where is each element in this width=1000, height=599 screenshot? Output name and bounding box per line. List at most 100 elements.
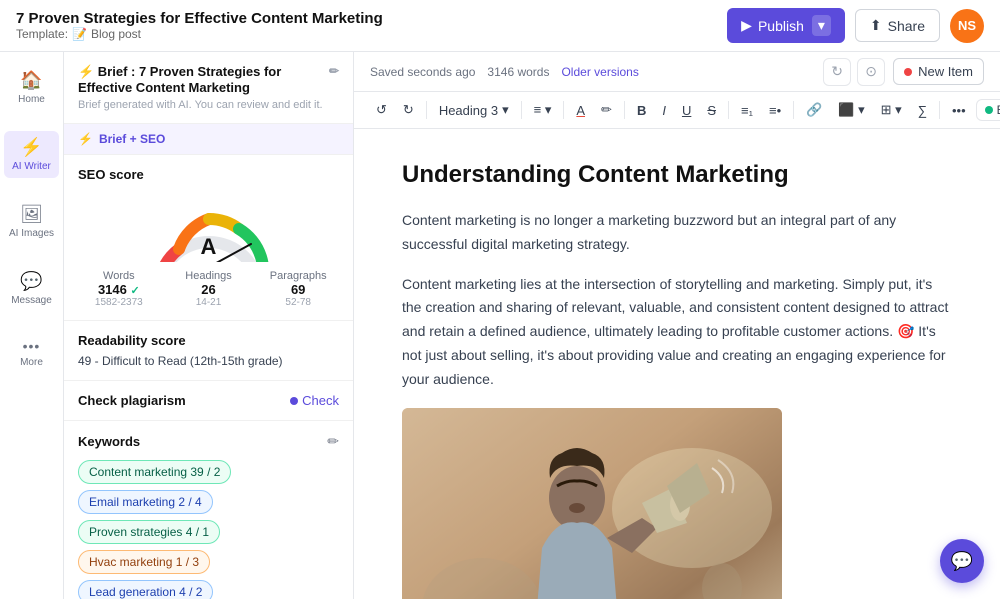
keyword-tag-content-marketing[interactable]: Content marketing 39 / 2 bbox=[78, 460, 231, 484]
seo-stats: Words 3146 ✓ 1582-2373 Headings 26 14-21… bbox=[78, 270, 339, 308]
seo-stat-words: Words 3146 ✓ 1582-2373 bbox=[78, 270, 160, 308]
toolbar-sep-7 bbox=[939, 101, 940, 119]
topbar: 7 Proven Strategies for Effective Conten… bbox=[0, 0, 1000, 52]
brief-seo-label: Brief + SEO bbox=[99, 132, 165, 146]
share-label: Share bbox=[888, 18, 925, 34]
content-para1: Content marketing is no longer a marketi… bbox=[402, 209, 952, 257]
keywords-edit-icon[interactable]: ✏ bbox=[327, 433, 339, 450]
seo-panel: ⚡ Brief : 7 Proven Strategies for Effect… bbox=[64, 52, 354, 599]
align-button[interactable]: ≡ ▾ bbox=[528, 98, 558, 122]
bold-button[interactable]: B bbox=[631, 99, 652, 122]
toolbar-sep-5 bbox=[728, 101, 729, 119]
new-item-button[interactable]: New Item bbox=[893, 58, 984, 85]
keywords-title: Keywords bbox=[78, 434, 140, 449]
publish-icon: ▶ bbox=[741, 17, 752, 34]
seo-gauge: A bbox=[78, 192, 339, 262]
avatar[interactable]: NS bbox=[950, 9, 984, 43]
word-count: 3146 words bbox=[487, 65, 549, 79]
undo-button[interactable]: ↺ bbox=[370, 98, 393, 122]
content-image bbox=[402, 408, 782, 599]
template-label: Template: bbox=[16, 27, 68, 41]
publish-caret[interactable]: ▾ bbox=[812, 15, 831, 36]
share-icon: ⬆ bbox=[870, 17, 882, 34]
publish-label: Publish bbox=[758, 18, 804, 34]
brief-subtitle: Brief generated with AI. You can review … bbox=[78, 99, 339, 111]
template-icon: 📝 bbox=[72, 27, 87, 41]
sidebar-ai-images-label: AI Images bbox=[9, 228, 54, 239]
keyword-tag-proven-strategies[interactable]: Proven strategies 4 / 1 bbox=[78, 520, 220, 544]
font-color-button[interactable]: A bbox=[570, 99, 591, 122]
seo-score-section: SEO score bbox=[64, 155, 353, 321]
list-ol-button[interactable]: ≡₁ bbox=[735, 99, 759, 122]
editing-badge[interactable]: Editing ▾ bbox=[976, 99, 1000, 121]
highlight-button[interactable]: ✏ bbox=[595, 98, 618, 122]
keyword-tag-hvac-marketing[interactable]: Hvac marketing 1 / 3 bbox=[78, 550, 210, 574]
sidebar-item-ai-writer[interactable]: ⚡ AI Writer bbox=[4, 131, 59, 178]
seo-score-title: SEO score bbox=[78, 167, 339, 182]
keyword-tag-lead-generation[interactable]: Lead generation 4 / 2 bbox=[78, 580, 213, 599]
keyword-tag-email-marketing[interactable]: Email marketing 2 / 4 bbox=[78, 490, 213, 514]
chat-button[interactable]: 💬 bbox=[940, 539, 984, 583]
strikethrough-button[interactable]: S bbox=[701, 99, 722, 122]
sidebar-home-label: Home bbox=[18, 94, 45, 105]
readability-score: 49 - Difficult to Read (12th-15th grade) bbox=[78, 354, 339, 368]
image-button[interactable]: ⬛ ▾ bbox=[832, 98, 870, 122]
ai-writer-icon: ⚡ bbox=[20, 137, 42, 158]
topbar-right: ▶ Publish ▾ ⬆ Share NS bbox=[727, 8, 984, 43]
seo-stat-headings: Headings 26 14-21 bbox=[168, 270, 250, 308]
table-button[interactable]: ⊞ ▾ bbox=[875, 98, 908, 122]
heading-select[interactable]: Heading 3 ▾ bbox=[433, 98, 515, 122]
sidebar-more-label: More bbox=[20, 357, 43, 368]
toolbar-sep-3 bbox=[563, 101, 564, 119]
sidebar-message-label: Message bbox=[11, 295, 52, 306]
topbar-left: 7 Proven Strategies for Effective Conten… bbox=[16, 10, 383, 41]
publish-button[interactable]: ▶ Publish ▾ bbox=[727, 8, 845, 43]
editor-topbar-left: Saved seconds ago 3146 words Older versi… bbox=[370, 65, 639, 79]
editing-label: Editing bbox=[997, 103, 1000, 117]
italic-button[interactable]: I bbox=[656, 99, 672, 122]
seo-grade: A bbox=[201, 234, 217, 260]
edit-icon[interactable]: ✏ bbox=[329, 64, 339, 78]
content-para2: Content marketing lies at the intersecti… bbox=[402, 273, 952, 392]
underline-button[interactable]: U bbox=[676, 99, 697, 122]
heading-caret: ▾ bbox=[502, 102, 509, 118]
brief-seo-icon: ⚡ bbox=[78, 132, 93, 146]
check-label: Check bbox=[302, 393, 339, 408]
sidebar-item-home[interactable]: 🏠 Home bbox=[10, 64, 53, 111]
refresh-icon-2[interactable]: ⊙ bbox=[857, 58, 885, 86]
red-dot-icon bbox=[904, 68, 912, 76]
ai-images-icon: 🖼 bbox=[20, 204, 43, 225]
gauge-wrap: A bbox=[144, 192, 274, 262]
template-name: Blog post bbox=[91, 27, 141, 41]
refresh-icon-1[interactable]: ↻ bbox=[823, 58, 851, 86]
formula-button[interactable]: ∑ bbox=[912, 99, 933, 122]
sidebar-item-ai-images[interactable]: 🖼 AI Images bbox=[1, 198, 62, 245]
saved-text: Saved seconds ago bbox=[370, 65, 475, 79]
editing-dot-icon bbox=[985, 106, 993, 114]
home-icon: 🏠 bbox=[20, 70, 42, 91]
keywords-section: Keywords ✏ Content marketing 39 / 2 Emai… bbox=[64, 421, 353, 599]
editor-topbar-right: ↻ ⊙ New Item bbox=[823, 58, 984, 86]
editor-content[interactable]: Understanding Content Marketing Content … bbox=[354, 129, 1000, 599]
editor-topbar: Saved seconds ago 3146 words Older versi… bbox=[354, 52, 1000, 92]
page-title: 7 Proven Strategies for Effective Conten… bbox=[16, 10, 383, 27]
keyword-tags: Content marketing 39 / 2 Email marketing… bbox=[78, 460, 339, 599]
check-dot-icon bbox=[290, 397, 298, 405]
brief-seo-section[interactable]: ⚡ Brief + SEO bbox=[64, 124, 353, 155]
link-button[interactable]: 🔗 bbox=[800, 98, 828, 122]
refresh-icons: ↻ ⊙ bbox=[823, 58, 885, 86]
sidebar-item-message[interactable]: 💬 Message bbox=[3, 265, 60, 312]
toolbar-sep-1 bbox=[426, 101, 427, 119]
sidebar-ai-writer-label: AI Writer bbox=[12, 161, 51, 172]
plagiarism-check-button[interactable]: Check bbox=[290, 393, 339, 408]
sidebar-item-more[interactable]: ••• More bbox=[12, 332, 51, 374]
share-button[interactable]: ⬆ Share bbox=[855, 9, 940, 42]
sidebar-icons: 🏠 Home ⚡ AI Writer 🖼 AI Images 💬 Message… bbox=[0, 52, 64, 599]
more-toolbar-button[interactable]: ••• bbox=[946, 99, 972, 122]
message-icon: 💬 bbox=[20, 271, 42, 292]
redo-button[interactable]: ↻ bbox=[397, 98, 420, 122]
older-versions-link[interactable]: Older versions bbox=[561, 65, 638, 79]
editor-area: Saved seconds ago 3146 words Older versi… bbox=[354, 52, 1000, 599]
keywords-header: Keywords ✏ bbox=[78, 433, 339, 450]
list-ul-button[interactable]: ≡• bbox=[763, 99, 787, 122]
